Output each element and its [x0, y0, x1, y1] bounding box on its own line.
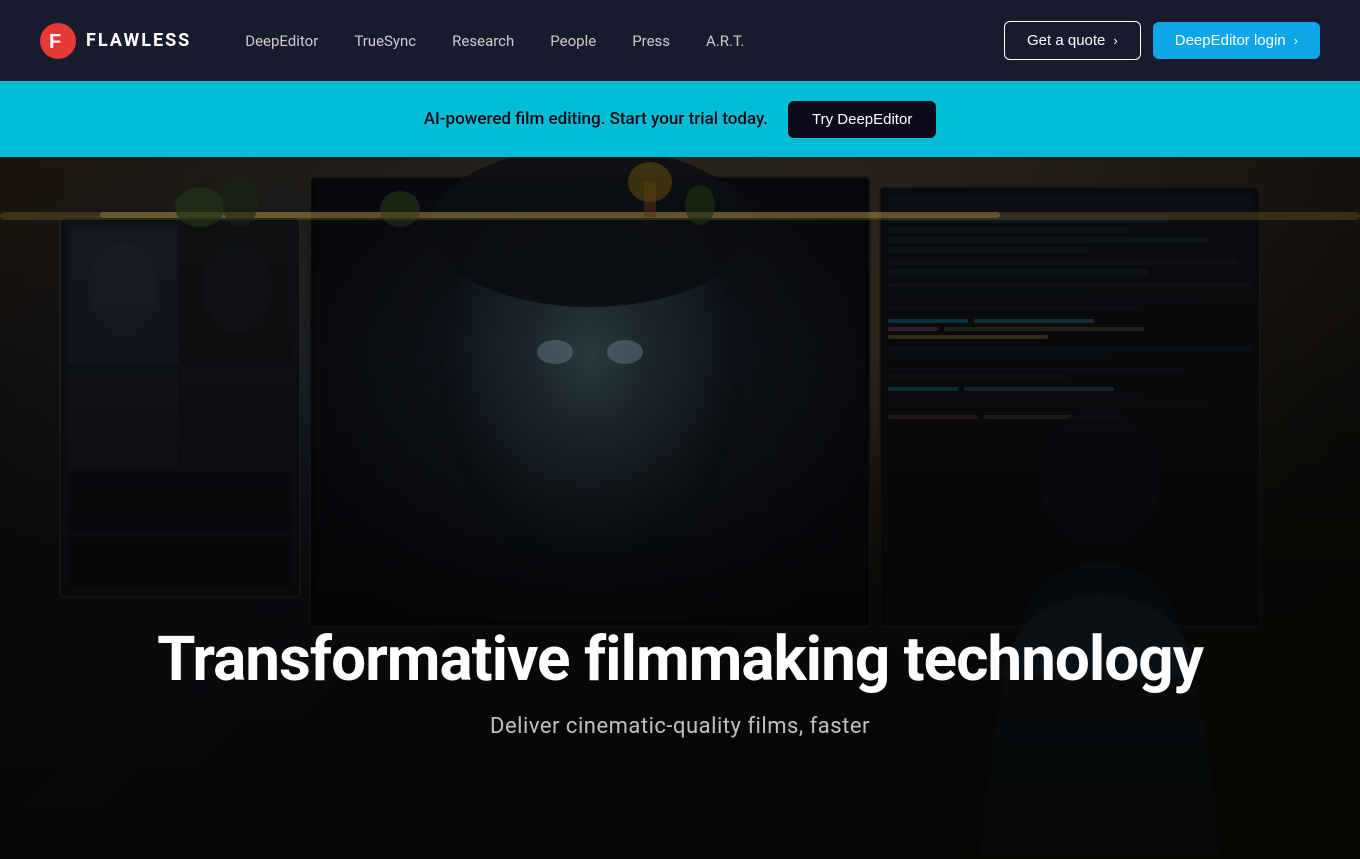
deepeditor-login-button[interactable]: DeepEditor login › — [1153, 22, 1320, 59]
navbar-right: Get a quote › DeepEditor login › — [1004, 21, 1320, 60]
hero-subtitle: Deliver cinematic-quality films, faster — [157, 714, 1203, 739]
logo-link[interactable]: F FLAWLESS — [40, 23, 191, 59]
announcement-bar: AI-powered film editing. Start your tria… — [0, 81, 1360, 157]
get-quote-button[interactable]: Get a quote › — [1004, 21, 1141, 60]
brand-name: FLAWLESS — [86, 30, 191, 51]
nav-people[interactable]: People — [536, 24, 610, 58]
chevron-right-icon-login: › — [1294, 33, 1298, 48]
nav-deepeditor[interactable]: DeepEditor — [231, 24, 332, 58]
try-deepeditor-button[interactable]: Try DeepEditor — [788, 101, 936, 138]
nav-art[interactable]: A.R.T. — [692, 24, 758, 58]
chevron-right-icon: › — [1113, 33, 1117, 48]
logo-icon: F — [40, 23, 76, 59]
svg-text:F: F — [49, 31, 61, 53]
navbar-left: F FLAWLESS DeepEditor TrueSync Research … — [40, 23, 758, 59]
nav-links: DeepEditor TrueSync Research People Pres… — [231, 24, 758, 58]
hero-title: Transformative filmmaking technology — [157, 626, 1203, 694]
nav-research[interactable]: Research — [438, 24, 528, 58]
nav-truesync[interactable]: TrueSync — [340, 24, 430, 58]
announcement-text: AI-powered film editing. Start your tria… — [424, 109, 768, 129]
nav-press[interactable]: Press — [618, 24, 684, 58]
hero-text: Transformative filmmaking technology Del… — [157, 626, 1203, 739]
navbar: F FLAWLESS DeepEditor TrueSync Research … — [0, 0, 1360, 81]
